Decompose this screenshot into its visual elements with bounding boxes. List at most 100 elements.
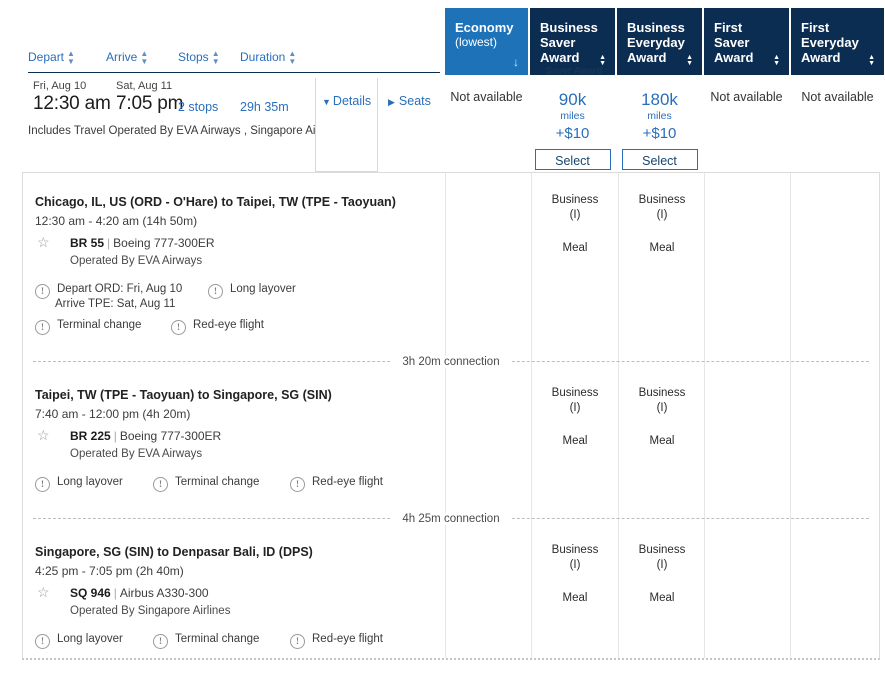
- select-business-everyday-button[interactable]: Select: [621, 149, 698, 170]
- divider: |: [113, 429, 117, 443]
- cabin-code: (I): [656, 209, 668, 221]
- divider: |: [107, 236, 111, 250]
- sort-stops-label: Stops: [178, 50, 209, 65]
- tab-first-saver-award[interactable]: First Saver Award: [704, 8, 789, 75]
- segment-1-notice-layover: ! Long layover: [208, 283, 296, 299]
- sort-stops[interactable]: Stops ▲ ▼: [178, 50, 220, 66]
- segment-1-notice-redeye: ! Red-eye flight: [171, 319, 264, 335]
- segment-1-route: Chicago, IL, US (ORD - O'Hare) to Taipei…: [35, 195, 396, 209]
- price-cell-first-everyday-award: Not available: [791, 80, 884, 170]
- cabin-class: Business: [638, 194, 686, 206]
- meal-label: Meal: [649, 592, 675, 604]
- fare-price-row: Not available 90k miles +$10 Select 180k…: [445, 80, 885, 170]
- segment-2-route: Taipei, TW (TPE - Taoyuan) to Singapore,…: [35, 388, 332, 402]
- tab-business-saver-award-label: Business Saver Award: [540, 20, 598, 65]
- sort-depart[interactable]: Depart ▲ ▼: [28, 50, 75, 66]
- connection-1-divider: 3h 20m connection: [33, 356, 869, 368]
- sort-arrows-icon[interactable]: [773, 55, 780, 67]
- details-label: Details: [332, 94, 372, 108]
- segment-1-times: 12:30 am - 4:20 am (14h 50m): [35, 214, 198, 228]
- segment-1-notice-arrive: Arrive TPE: Sat, Aug 11: [55, 298, 175, 310]
- business-everyday-miles: 180k: [641, 90, 678, 109]
- segment-1-arrive-note: Arrive TPE: Sat, Aug 11: [55, 298, 176, 310]
- cabin-class: Business: [551, 544, 599, 556]
- sort-arrows-icon: ▲ ▼: [67, 49, 75, 66]
- sort-duration[interactable]: Duration ▲ ▼: [240, 50, 296, 66]
- segment-3-notice-terminal: ! Terminal change: [153, 633, 259, 649]
- select-business-saver-button[interactable]: Select: [534, 149, 611, 170]
- sort-arrows-icon[interactable]: [686, 55, 693, 67]
- segment-2-notice-terminal: ! Terminal change: [153, 476, 259, 492]
- sort-duration-label: Duration: [240, 50, 286, 65]
- cabin-code: (I): [656, 559, 668, 571]
- segment-1-flight: BR 55 | Boeing 777-300ER: [70, 236, 215, 250]
- segment-2-terminal-note: Terminal change: [175, 476, 260, 488]
- segment-3-notice-layover: ! Long layover: [35, 633, 123, 649]
- sort-arrows-icon[interactable]: [868, 55, 875, 67]
- segment-2-redeye-note: Red-eye flight: [312, 476, 383, 488]
- info-icon: !: [153, 634, 168, 649]
- tab-business-everyday-award[interactable]: Business Everyday Award: [617, 8, 702, 75]
- segment-3-redeye-note: Red-eye flight: [312, 633, 383, 645]
- tab-business-saver-award[interactable]: Business Saver Award: [530, 8, 615, 75]
- sort-arrive-label: Arrive: [106, 50, 138, 65]
- tab-economy-label: Economy: [455, 20, 514, 35]
- segment-1-operated-by: Operated By EVA Airways: [70, 255, 203, 267]
- business-saver-miles-unit: miles: [560, 110, 585, 122]
- tab-first-everyday-award-label: First Everyday Award: [801, 20, 859, 65]
- meal-label: Meal: [649, 435, 675, 447]
- segment-1-aircraft: Boeing 777-300ER: [113, 236, 215, 250]
- segment-1-depart-note: Depart ORD: Fri, Aug 10: [57, 283, 183, 295]
- segment-3-layover-note: Long layover: [57, 633, 123, 645]
- star-icon[interactable]: ☆: [37, 235, 52, 250]
- price-cell-economy: Not available: [445, 80, 528, 170]
- segment-3-flight: SQ 946 | Airbus A330-300: [70, 586, 209, 600]
- meal-label: Meal: [649, 242, 675, 254]
- sort-arrows-icon: ▲ ▼: [288, 49, 297, 66]
- segment-1-flight-number: BR 55: [70, 236, 105, 250]
- segment-1-notice-terminal: ! Terminal change: [35, 319, 141, 335]
- duration-value: 29h 35m: [240, 100, 289, 114]
- segment-2-flight-number: BR 225: [70, 429, 111, 443]
- segment-2-cabin-business-everyday: Business (I) Meal: [619, 386, 705, 449]
- tab-first-everyday-award[interactable]: First Everyday Award: [791, 8, 884, 75]
- segment-3-flight-number: SQ 946: [70, 586, 111, 600]
- sort-arrows-icon: ▲ ▼: [140, 49, 149, 66]
- segment-1-cabin-business-saver: Business (I) Meal: [532, 193, 618, 256]
- stops-value[interactable]: 2 stops: [178, 100, 218, 114]
- meal-label: Meal: [562, 435, 588, 447]
- info-icon: !: [35, 477, 50, 492]
- meal-label: Meal: [562, 242, 588, 254]
- cabin-class: Business: [551, 194, 599, 206]
- sort-down-icon[interactable]: ↓: [513, 55, 519, 70]
- segment-1-redeye-note: Red-eye flight: [193, 319, 264, 331]
- tab-economy[interactable]: Economy (lowest) ↓: [445, 8, 528, 75]
- tab-business-everyday-award-label: Business Everyday Award: [627, 20, 685, 65]
- first-everyday-unavailable: Not available: [801, 90, 874, 104]
- cabin-class: Business: [638, 387, 686, 399]
- divider: |: [113, 586, 117, 600]
- info-icon: !: [35, 634, 50, 649]
- segment-3-operated-by: Operated By Singapore Airlines: [70, 605, 231, 617]
- segment-2-aircraft: Boeing 777-300ER: [119, 429, 222, 443]
- business-everyday-tax: +$10: [642, 125, 677, 142]
- cabin-code: (I): [569, 209, 581, 221]
- segment-3: Singapore, SG (SIN) to Denpasar Bali, ID…: [23, 523, 879, 658]
- segment-2-flight: BR 225 | Boeing 777-300ER: [70, 429, 221, 443]
- seats-toggle-button[interactable]: ▶ Seats: [388, 94, 431, 108]
- arrive-date: Sat, Aug 11: [116, 80, 173, 92]
- segment-2-notice-layover: ! Long layover: [35, 476, 123, 492]
- business-saver-tax: +$10: [555, 125, 590, 142]
- price-cell-business-saver-award: 90k miles +$10 Select: [530, 80, 615, 170]
- star-icon[interactable]: ☆: [37, 428, 52, 443]
- sort-arrive[interactable]: Arrive ▲ ▼: [106, 50, 148, 66]
- ghost-saver-award-label: Saver Award: [545, 66, 603, 77]
- segment-2: Taipei, TW (TPE - Taoyuan) to Singapore,…: [23, 366, 879, 511]
- details-toggle-button[interactable]: ▼ Details: [322, 94, 371, 108]
- segment-2-operated-by: Operated By EVA Airways: [70, 448, 203, 460]
- chevron-right-icon: ▶: [388, 97, 395, 107]
- segment-1-cabin-business-everyday: Business (I) Meal: [619, 193, 705, 256]
- flight-summary-row[interactable]: Fri, Aug 10 12:30 am Sat, Aug 11 7:05 pm…: [28, 80, 440, 170]
- star-icon[interactable]: ☆: [37, 585, 52, 600]
- details-popover-card: [315, 78, 378, 172]
